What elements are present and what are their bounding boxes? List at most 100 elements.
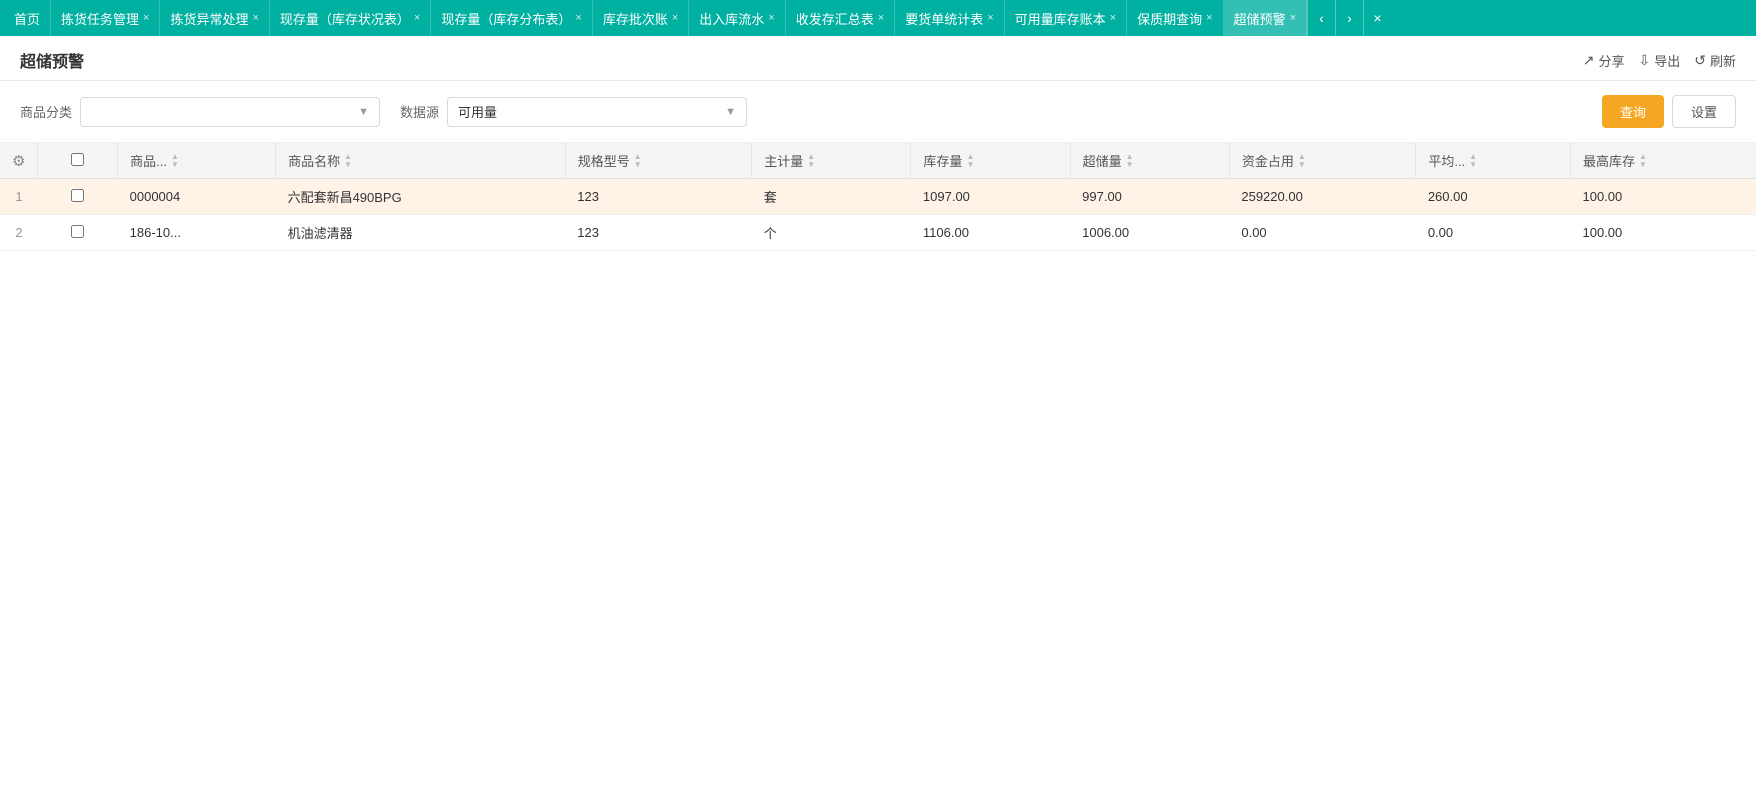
row-unit-2: 个: [752, 215, 911, 251]
category-label: 商品分类: [20, 102, 72, 121]
th-overflow-sort[interactable]: 超储量 ▲▼: [1083, 151, 1217, 170]
tab-inout-flow-close[interactable]: ×: [768, 12, 774, 24]
row-seq-2: 2: [0, 215, 38, 251]
tab-home-label: 首页: [14, 9, 40, 28]
th-capital[interactable]: 资金占用 ▲▼: [1229, 143, 1415, 179]
th-unit[interactable]: 主计量 ▲▼: [752, 143, 911, 179]
tab-available-ledger[interactable]: 可用量库存账本 ×: [1005, 0, 1127, 36]
export-icon: ⇩: [1639, 52, 1651, 69]
tab-order-stats-label: 要货单统计表: [905, 9, 983, 28]
sort-icon-max-stock: ▲▼: [1639, 153, 1647, 169]
datasource-chevron-icon: ▼: [725, 106, 736, 118]
refresh-label: 刷新: [1710, 51, 1736, 70]
tab-batch-ledger-close[interactable]: ×: [672, 12, 678, 24]
tab-pick-exception[interactable]: 拣货异常处理 ×: [160, 0, 269, 36]
th-stock[interactable]: 库存量 ▲▼: [911, 143, 1070, 179]
export-label: 导出: [1654, 51, 1680, 70]
sort-icon-overflow: ▲▼: [1126, 153, 1134, 169]
tab-stock-dist[interactable]: 现存量（库存分布表） ×: [431, 0, 592, 36]
th-overflow[interactable]: 超储量 ▲▼: [1070, 143, 1229, 179]
tab-available-ledger-label: 可用量库存账本: [1015, 9, 1106, 28]
tab-pick-task-close[interactable]: ×: [143, 12, 149, 24]
row-checkbox-2[interactable]: [38, 215, 118, 251]
th-settings[interactable]: ⚙: [0, 143, 38, 179]
tab-overstock[interactable]: 超储预警 ×: [1224, 0, 1307, 36]
tab-order-stats-close[interactable]: ×: [987, 12, 993, 24]
page-title: 超储预警: [20, 48, 84, 72]
tab-overstock-label: 超储预警: [1234, 9, 1286, 28]
th-capital-sort[interactable]: 资金占用 ▲▼: [1242, 151, 1403, 170]
query-button[interactable]: 查询: [1602, 95, 1664, 128]
table-row: 1 0000004 六配套新昌490BPG 123 套 1097.00 997.…: [0, 179, 1756, 215]
sort-icon-unit: ▲▼: [807, 153, 815, 169]
tab-receive-summary[interactable]: 收发存汇总表 ×: [786, 0, 895, 36]
header-actions: ↗ 分享 ⇩ 导出 ↺ 刷新: [1583, 51, 1736, 70]
tab-inout-flow[interactable]: 出入库流水 ×: [689, 0, 785, 36]
category-filter-group: 商品分类 ▼: [20, 97, 380, 127]
tab-order-stats[interactable]: 要货单统计表 ×: [895, 0, 1004, 36]
select-all-checkbox[interactable]: [71, 153, 84, 166]
tab-batch-ledger[interactable]: 库存批次账 ×: [593, 0, 689, 36]
th-spec-sort[interactable]: 规格型号 ▲▼: [578, 151, 739, 170]
row-avg-1: 260.00: [1416, 179, 1571, 215]
settings-button[interactable]: 设置: [1672, 95, 1736, 128]
datasource-label: 数据源: [400, 102, 439, 121]
tab-pick-exception-close[interactable]: ×: [252, 12, 258, 24]
th-stock-sort[interactable]: 库存量 ▲▼: [923, 151, 1057, 170]
tab-receive-summary-close[interactable]: ×: [878, 12, 884, 24]
gear-icon[interactable]: ⚙: [12, 153, 25, 170]
share-button[interactable]: ↗ 分享: [1583, 51, 1625, 70]
tab-home[interactable]: 首页: [4, 0, 51, 36]
row-max-stock-2: 100.00: [1570, 215, 1756, 251]
th-max-stock-sort[interactable]: 最高库存 ▲▼: [1583, 151, 1744, 170]
filter-actions: 查询 设置: [1602, 95, 1736, 128]
nav-prev-btn[interactable]: ‹: [1307, 0, 1335, 36]
th-product-code-sort[interactable]: 商品... ▲▼: [130, 151, 263, 170]
overstock-table: ⚙ 商品... ▲▼ 商品名称 ▲▼: [0, 143, 1756, 251]
th-checkbox[interactable]: [38, 143, 118, 179]
tab-expiry-label: 保质期查询: [1137, 9, 1202, 28]
tab-batch-ledger-label: 库存批次账: [603, 9, 668, 28]
sort-icon-avg: ▲▼: [1469, 153, 1477, 169]
th-unit-sort[interactable]: 主计量 ▲▼: [764, 151, 898, 170]
share-label: 分享: [1598, 51, 1624, 70]
table-row: 2 186-10... 机油滤清器 123 个 1106.00 1006.00 …: [0, 215, 1756, 251]
tab-stock-status-label: 现存量（库存状况表）: [280, 9, 410, 28]
table-header-row: ⚙ 商品... ▲▼ 商品名称 ▲▼: [0, 143, 1756, 179]
datasource-value: 可用量: [458, 102, 497, 121]
tab-inout-flow-label: 出入库流水: [699, 9, 764, 28]
datasource-select[interactable]: 可用量 ▼: [447, 97, 747, 127]
refresh-button[interactable]: ↺ 刷新: [1694, 51, 1736, 70]
th-avg[interactable]: 平均... ▲▼: [1416, 143, 1571, 179]
tab-overstock-close[interactable]: ×: [1290, 12, 1296, 24]
export-button[interactable]: ⇩ 导出: [1639, 51, 1681, 70]
th-max-stock[interactable]: 最高库存 ▲▼: [1570, 143, 1756, 179]
row-avg-2: 0.00: [1416, 215, 1571, 251]
tab-expiry[interactable]: 保质期查询 ×: [1127, 0, 1223, 36]
row-capital-1: 259220.00: [1229, 179, 1415, 215]
tab-available-ledger-close[interactable]: ×: [1110, 12, 1116, 24]
th-avg-sort[interactable]: 平均... ▲▼: [1428, 151, 1558, 170]
nav-next-btn[interactable]: ›: [1335, 0, 1363, 36]
sort-icon-stock: ▲▼: [966, 153, 974, 169]
sort-icon-product-code: ▲▼: [171, 153, 179, 169]
row-product-name-1: 六配套新昌490BPG: [276, 179, 566, 215]
row-spec-2: 123: [565, 215, 751, 251]
row-product-code-1: 0000004: [118, 179, 276, 215]
nav-close-btn[interactable]: ×: [1363, 0, 1391, 36]
tab-stock-status-close[interactable]: ×: [414, 12, 420, 24]
th-spec[interactable]: 规格型号 ▲▼: [565, 143, 751, 179]
row-product-code-2: 186-10...: [118, 215, 276, 251]
th-product-name[interactable]: 商品名称 ▲▼: [276, 143, 566, 179]
th-product-code[interactable]: 商品... ▲▼: [118, 143, 276, 179]
th-product-name-sort[interactable]: 商品名称 ▲▼: [288, 151, 553, 170]
row-checkbox-1[interactable]: [38, 179, 118, 215]
tab-expiry-close[interactable]: ×: [1206, 12, 1212, 24]
tab-stock-dist-close[interactable]: ×: [575, 12, 581, 24]
filter-bar: 商品分类 ▼ 数据源 可用量 ▼ 查询 设置: [0, 81, 1756, 143]
tab-stock-status[interactable]: 现存量（库存状况表） ×: [270, 0, 431, 36]
row-capital-2: 0.00: [1229, 215, 1415, 251]
row-unit-1: 套: [752, 179, 911, 215]
tab-pick-task[interactable]: 拣货任务管理 ×: [51, 0, 160, 36]
category-select[interactable]: ▼: [80, 97, 380, 127]
